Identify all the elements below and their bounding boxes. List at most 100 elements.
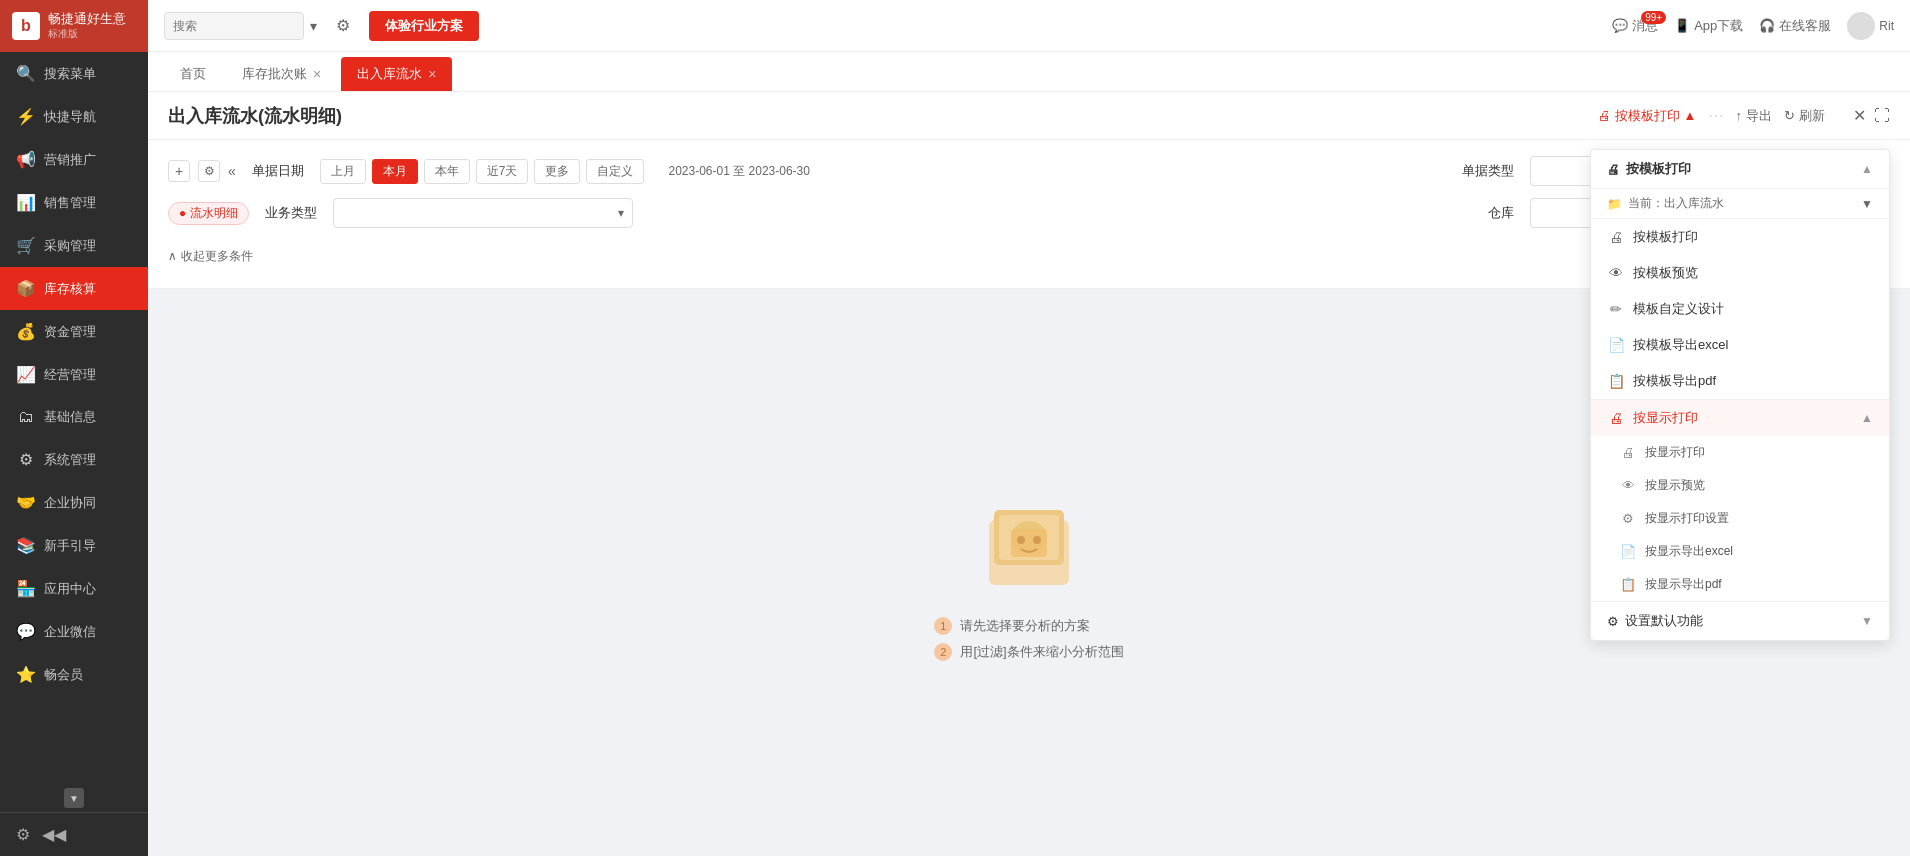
app-download-btn[interactable]: 📱 App下载 [1674,17,1743,35]
sidebar-item-inventory[interactable]: 📦 库存核算 [0,267,148,310]
template-export-excel-item[interactable]: 📄 按模板导出excel [1591,327,1889,363]
appstore-icon: 🏪 [16,579,36,598]
page-header-actions: 🖨 按模板打印 ▲ ··· ↑ 导出 ↻ 刷新 ✕ ⛶ [1598,105,1890,126]
tab-home[interactable]: 首页 [164,57,222,91]
refresh-btn-label: 刷新 [1799,107,1825,125]
basics-icon: 🗂 [16,408,36,426]
sidebar-item-search[interactable]: 🔍 搜索菜单 [0,52,148,95]
template-customize-item[interactable]: ✏ 模板自定义设计 [1591,291,1889,327]
collab-icon: 🤝 [16,493,36,512]
tab-close-icon[interactable]: × [313,67,321,81]
refresh-btn[interactable]: ↻ 刷新 [1784,107,1825,125]
page-header: 出入库流水(流水明细) 🖨 按模板打印 ▲ ··· ↑ 导出 ↻ 刷新 ✕ [148,92,1910,140]
template-print-item[interactable]: 🖨 按模板打印 [1591,219,1889,255]
date-tag-last-month[interactable]: 上月 [320,159,366,184]
preview-icon: 👁 [1607,265,1625,281]
dropdown-collapse-icon[interactable]: ▲ [1861,162,1873,176]
date-tag-more[interactable]: 更多 [534,159,580,184]
sidebar-item-marketing[interactable]: 📢 营销推广 [0,138,148,181]
biz-type-select[interactable]: ▾ [333,198,633,228]
hint-text-2: 用[过滤]条件来缩小分析范围 [960,643,1123,661]
print-dropdown-panel: 🖨 按模板打印 ▲ 📁 当前：出入库流水 ▼ 🖨 按模板打印 [1590,149,1890,641]
sidebar-item-wechat[interactable]: 💬 企业微信 [0,610,148,653]
export-icon: ↑ [1736,108,1743,123]
sidebar-item-label: 营销推广 [44,151,96,169]
expand-window-icon[interactable]: ⛶ [1874,107,1890,125]
sidebar-item-appstore[interactable]: 🏪 应用中心 [0,567,148,610]
search-dropdown-icon[interactable]: ▾ [310,18,317,34]
sidebar-item-quick-nav[interactable]: ⚡ 快捷导航 [0,95,148,138]
date-tag-7days[interactable]: 近7天 [476,159,529,184]
message-btn[interactable]: 💬 消息 99+ [1612,17,1658,35]
template-export-pdf-item[interactable]: 📋 按模板导出pdf [1591,363,1889,399]
window-btns: ✕ ⛶ [1853,106,1890,125]
sales-icon: 📊 [16,193,36,212]
sidebar-item-member[interactable]: ⭐ 畅会员 [0,653,148,696]
export-btn-label: 导出 [1746,107,1772,125]
sidebar-item-operations[interactable]: 📈 经营管理 [0,353,148,396]
sidebar-item-label: 经营管理 [44,366,96,384]
display-preview-item[interactable]: 👁 按显示预览 [1591,469,1889,502]
sidebar-item-label: 畅会员 [44,666,83,684]
sub-filter-label[interactable]: ● 流水明细 [168,202,249,225]
settings-icon[interactable]: ⚙ [16,825,30,844]
display-settings-item[interactable]: ⚙ 按显示打印设置 [1591,502,1889,535]
purchase-icon: 🛒 [16,236,36,255]
display-print-section-header[interactable]: 🖨 按显示打印 ▲ [1591,400,1889,436]
set-default-btn[interactable]: ⚙ 设置默认功能 [1607,612,1703,630]
scroll-down-btn[interactable]: ▼ [64,788,84,808]
trial-btn[interactable]: 体验行业方案 [369,11,479,41]
user-avatar-btn[interactable]: Rit [1847,12,1894,40]
print-btn-label: 按模板打印 [1615,107,1680,125]
topbar-settings-icon[interactable]: ⚙ [329,12,357,40]
date-tag-custom[interactable]: 自定义 [586,159,644,184]
filter-settings-btn[interactable]: ⚙ [198,160,220,182]
close-window-icon[interactable]: ✕ [1853,106,1866,125]
sidebar-item-system[interactable]: ⚙ 系统管理 [0,438,148,481]
search-icon: 🔍 [16,64,36,83]
sidebar-item-collab[interactable]: 🤝 企业协同 [0,481,148,524]
template-section: 🖨 按模板打印 👁 按模板预览 ✏ 模板自定义设计 📄 [1591,219,1889,400]
sidebar-item-sales[interactable]: 📊 销售管理 [0,181,148,224]
tab-close-icon[interactable]: × [428,67,436,81]
sidebar-item-purchase[interactable]: 🛒 采购管理 [0,224,148,267]
inventory-icon: 📦 [16,279,36,298]
search-input[interactable] [164,12,304,40]
sidebar-item-guide[interactable]: 📚 新手引导 [0,524,148,567]
sidebar-item-basics[interactable]: 🗂 基础信息 [0,396,148,438]
display-print-item[interactable]: 🖨 按显示打印 [1591,436,1889,469]
pdf-icon: 📋 [1607,373,1625,389]
export-btn[interactable]: ↑ 导出 [1736,107,1773,125]
sidebar-item-label: 系统管理 [44,451,96,469]
template-folder-icon: 📁 [1607,197,1622,211]
date-label: 单据日期 [252,162,304,180]
tab-label: 首页 [180,65,206,83]
collapse-more-btn[interactable]: ∧ 收起更多条件 [168,240,253,272]
date-tag-this-month[interactable]: 本月 [372,159,418,184]
template-preview-item[interactable]: 👁 按模板预览 [1591,255,1889,291]
filter-collapse-icon[interactable]: « [228,163,236,179]
tab-flow[interactable]: 出入库流水 × [341,57,452,91]
empty-illustration [969,485,1089,605]
tab-batch-account[interactable]: 库存批次账 × [226,57,337,91]
biz-type-label: 业务类型 [265,204,317,222]
display-export-excel-item[interactable]: 📄 按显示导出excel [1591,535,1889,568]
collapse-sidebar-icon[interactable]: ◀◀ [42,825,66,844]
display-export-pdf-item[interactable]: 📋 按显示导出pdf [1591,568,1889,601]
app-logo: b 畅捷通好生意 标准版 [0,0,148,52]
print-template-btn[interactable]: 🖨 按模板打印 ▲ [1598,107,1697,125]
customer-service-btn[interactable]: 🎧 在线客服 [1759,17,1831,35]
dropdown-header: 🖨 按模板打印 ▲ [1591,150,1889,189]
date-tag-this-year[interactable]: 本年 [424,159,470,184]
filter-add-btn[interactable]: + [168,160,190,182]
collapse-icon: ∧ [168,249,177,263]
message-badge: 99+ [1641,11,1666,24]
filter-actions: + ⚙ « [168,160,236,182]
date-range-display: 2023-06-01 至 2023-06-30 [668,163,809,180]
display-preview-icon: 👁 [1619,478,1637,493]
sidebar-item-finance[interactable]: 💰 资金管理 [0,310,148,353]
sidebar-item-label: 库存核算 [44,280,96,298]
operations-icon: 📈 [16,365,36,384]
current-template-arrow[interactable]: ▼ [1861,197,1873,211]
logo-sub: 标准版 [48,27,126,41]
